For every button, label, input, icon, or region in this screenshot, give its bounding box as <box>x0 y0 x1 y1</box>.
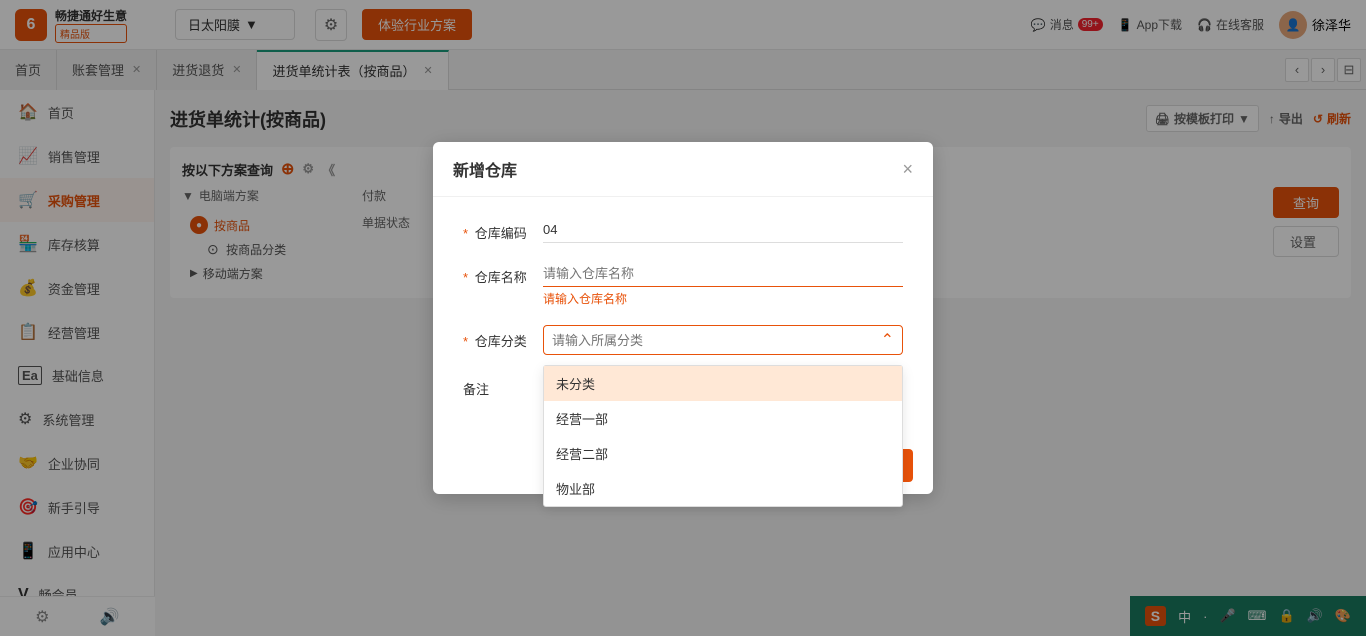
name-error-msg: 请输入仓库名称 <box>543 290 903 307</box>
warehouse-name-input[interactable] <box>543 261 903 287</box>
warehouse-category-row: * 仓库分类 ⌃ 未分类 经营一部 经营二部 <box>463 325 903 355</box>
code-label: * 仓库编码 <box>463 217 543 242</box>
category-dropdown: 未分类 经营一部 经营二部 物业部 <box>543 365 903 507</box>
modal-header: 新增仓库 × <box>433 142 933 197</box>
category-label: * 仓库分类 <box>463 325 543 350</box>
warehouse-name-row: * 仓库名称 请输入仓库名称 <box>463 261 903 307</box>
category-field: ⌃ 未分类 经营一部 经营二部 物业部 <box>543 325 903 355</box>
category-chevron-up-icon[interactable]: ⌃ <box>881 330 894 350</box>
modal-close-button[interactable]: × <box>902 159 913 180</box>
name-label: * 仓库名称 <box>463 261 543 286</box>
dropdown-item-1[interactable]: 经营一部 <box>544 401 902 436</box>
modal-title: 新增仓库 <box>453 157 517 181</box>
dropdown-item-0[interactable]: 未分类 <box>544 366 902 401</box>
add-warehouse-modal: 新增仓库 × * 仓库编码 * 仓库名称 请输入仓库名称 <box>433 142 933 494</box>
modal-body: * 仓库编码 * 仓库名称 请输入仓库名称 * 仓库分类 <box>433 197 933 437</box>
note-label: 备注 <box>463 373 543 398</box>
dropdown-item-2[interactable]: 经营二部 <box>544 436 902 471</box>
category-input[interactable] <box>552 333 881 348</box>
dropdown-item-3[interactable]: 物业部 <box>544 471 902 506</box>
warehouse-code-row: * 仓库编码 <box>463 217 903 243</box>
warehouse-code-input[interactable] <box>543 217 903 243</box>
